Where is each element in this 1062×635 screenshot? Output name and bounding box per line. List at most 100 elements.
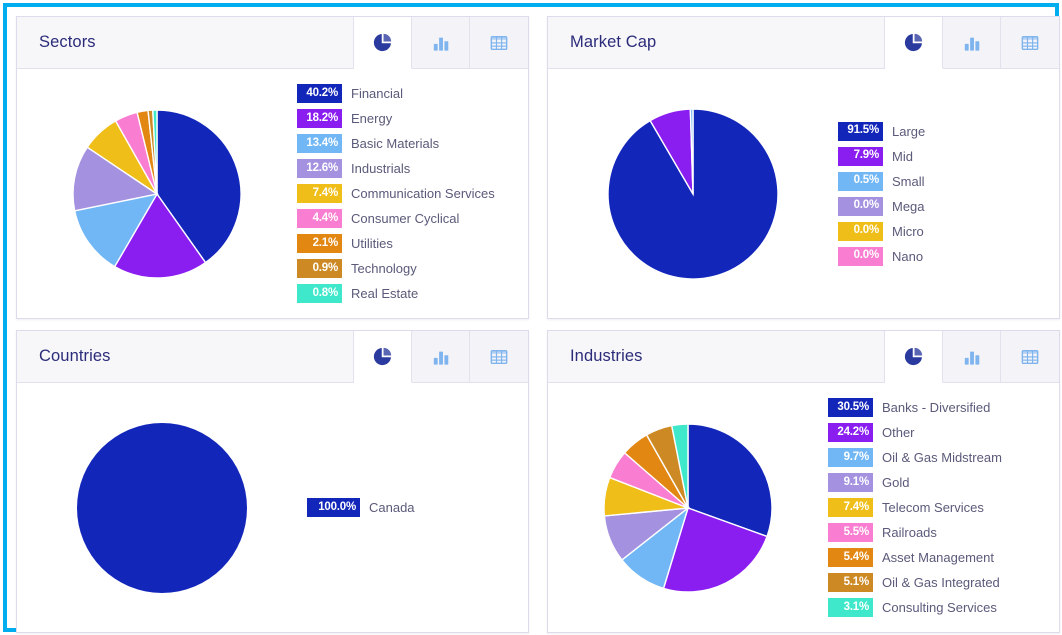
dashboard-grid: Sectors 40.2% Financial 18.2% Energy 13.4% Bas… — [16, 16, 1060, 633]
pie-chart-svg — [607, 107, 779, 280]
legend-label: Gold — [882, 475, 910, 490]
legend-value-swatch: 5.4% — [828, 548, 873, 567]
viewport-border: Sectors 40.2% Financial 18.2% Energy 13.4% Bas… — [3, 3, 1060, 633]
legend-label: Micro — [892, 223, 924, 239]
view-tabs-sectors — [354, 17, 528, 69]
tab-pie-marketcap[interactable] — [885, 17, 943, 69]
legend-label: Telecom Services — [882, 500, 984, 515]
pie-container-industries[interactable] — [548, 383, 828, 632]
legend-value-swatch: 0.9% — [297, 259, 342, 278]
chart-area-countries: 100.0% Canada — [17, 383, 528, 632]
legend-label: Oil & Gas Integrated — [882, 575, 1000, 590]
legend-label: Banks - Diversified — [882, 400, 991, 415]
legend-item[interactable]: 18.2% Energy — [297, 106, 528, 131]
legend-item[interactable]: 5.5% Railroads — [828, 520, 1059, 545]
legend-item[interactable]: 3.1% Consulting Services — [828, 595, 1059, 620]
panel-header-marketcap: Market Cap — [548, 17, 1059, 69]
legend-value-swatch: 18.2% — [297, 109, 342, 128]
view-tabs-industries — [885, 331, 1059, 383]
legend-item[interactable]: 5.1% Oil & Gas Integrated — [828, 570, 1059, 595]
legend-item[interactable]: 4.4% Consumer Cyclical — [297, 206, 528, 231]
panel-title-countries: Countries — [17, 331, 354, 382]
panel-body-marketcap: 91.5% Large 7.9% Mid 0.5% Small 0.0% Mega 0.0% Mi… — [548, 69, 1059, 318]
legend-label: Real Estate — [351, 286, 419, 301]
legend-item[interactable]: 91.5% Large — [838, 119, 1059, 144]
legend-value-swatch: 9.1% — [828, 473, 873, 492]
legend-value-swatch: 0.0% — [838, 221, 883, 241]
legend-item[interactable]: 12.6% Industrials — [297, 156, 528, 181]
legend-label: Small — [892, 173, 925, 189]
pie-container-marketcap[interactable] — [548, 69, 838, 318]
chart-area-industries: 30.5% Banks - Diversified 24.2% Other 9.7% Oi… — [548, 383, 1059, 632]
legend-value-swatch: 3.1% — [828, 598, 873, 617]
legend-label: Consumer Cyclical — [351, 211, 460, 226]
legend-item[interactable]: 0.0% Nano — [838, 244, 1059, 269]
bar-chart-icon — [963, 348, 981, 366]
panel-marketcap: Market Cap 91.5% Large 7.9% Mid 0.5% Small 0.0%… — [547, 16, 1060, 319]
legend-item[interactable]: 0.5% Small — [838, 169, 1059, 194]
legend-item[interactable]: 30.5% Banks - Diversified — [828, 395, 1059, 420]
legend-value-swatch: 5.1% — [828, 573, 873, 592]
tab-bar-industries[interactable] — [943, 331, 1001, 382]
legend-item[interactable]: 2.1% Utilities — [297, 231, 528, 256]
tab-table-industries[interactable] — [1001, 331, 1059, 382]
legend-item[interactable]: 100.0% Canada — [307, 495, 528, 520]
legend-value-swatch: 30.5% — [828, 398, 873, 417]
tab-bar-marketcap[interactable] — [943, 17, 1001, 68]
tab-bar-countries[interactable] — [412, 331, 470, 382]
legend-item[interactable]: 13.4% Basic Materials — [297, 131, 528, 156]
legend-value-swatch: 7.4% — [828, 498, 873, 517]
tab-pie-countries[interactable] — [354, 331, 412, 383]
legend-item[interactable]: 0.0% Mega — [838, 194, 1059, 219]
legend-value-swatch: 9.7% — [828, 448, 873, 467]
legend-label: Financial — [351, 86, 404, 101]
legend-value-swatch: 0.0% — [838, 246, 883, 266]
legend-label: Asset Management — [882, 550, 995, 565]
legend-value-swatch: 0.5% — [838, 171, 883, 191]
legend-item[interactable]: 5.4% Asset Management — [828, 545, 1059, 570]
tab-pie-industries[interactable] — [885, 331, 943, 383]
chart-area-sectors: 40.2% Financial 18.2% Energy 13.4% Basic Mate… — [17, 69, 528, 318]
legend-value-swatch: 0.8% — [297, 284, 342, 303]
legend-label: Technology — [351, 261, 417, 276]
legend-label: Nano — [892, 248, 924, 264]
pie-chart-icon — [904, 33, 923, 52]
legend-label: Large — [892, 123, 926, 139]
legend-item[interactable]: 40.2% Financial — [297, 81, 528, 106]
legend-value-swatch: 7.9% — [838, 146, 883, 166]
tab-pie-sectors[interactable] — [354, 17, 412, 69]
pie-container-countries[interactable] — [17, 383, 307, 632]
table-grid-icon — [490, 34, 508, 52]
legend-item[interactable]: 7.4% Communication Services — [297, 181, 528, 206]
view-tabs-marketcap — [885, 17, 1059, 69]
tab-table-countries[interactable] — [470, 331, 528, 382]
panel-body-sectors: 40.2% Financial 18.2% Energy 13.4% Basic Mate… — [17, 69, 528, 318]
legend-item[interactable]: 9.7% Oil & Gas Midstream — [828, 445, 1059, 470]
legend-item[interactable]: 9.1% Gold — [828, 470, 1059, 495]
legend-countries: 100.0% Canada — [307, 495, 528, 520]
panel-sectors: Sectors 40.2% Financial 18.2% Energy 13.4% Bas… — [16, 16, 529, 319]
panel-title-sectors: Sectors — [17, 17, 354, 68]
pie-chart-svg — [72, 108, 242, 279]
tab-bar-sectors[interactable] — [412, 17, 470, 68]
pie-container-sectors[interactable] — [17, 69, 297, 318]
tab-table-marketcap[interactable] — [1001, 17, 1059, 68]
legend-item[interactable]: 7.4% Telecom Services — [828, 495, 1059, 520]
legend-sectors: 40.2% Financial 18.2% Energy 13.4% Basic Mate… — [297, 81, 528, 306]
legend-value-swatch: 24.2% — [828, 423, 873, 442]
legend-item[interactable]: 0.9% Technology — [297, 256, 528, 281]
legend-value-swatch: 91.5% — [838, 121, 883, 141]
legend-item[interactable]: 24.2% Other — [828, 420, 1059, 445]
pie-chart-svg — [603, 422, 773, 593]
pie-chart-svg — [77, 422, 247, 593]
bar-chart-icon — [432, 34, 450, 52]
legend-value-swatch: 100.0% — [307, 498, 360, 517]
legend-item[interactable]: 0.8% Real Estate — [297, 281, 528, 306]
legend-item[interactable]: 0.0% Micro — [838, 219, 1059, 244]
chart-area-marketcap: 91.5% Large 7.9% Mid 0.5% Small 0.0% Mega 0.0% Mi… — [548, 69, 1059, 318]
legend-item[interactable]: 7.9% Mid — [838, 144, 1059, 169]
panel-body-industries: 30.5% Banks - Diversified 24.2% Other 9.7% Oi… — [548, 383, 1059, 632]
tab-table-sectors[interactable] — [470, 17, 528, 68]
table-grid-icon — [1021, 348, 1039, 366]
pie-chart-icon — [904, 347, 923, 366]
